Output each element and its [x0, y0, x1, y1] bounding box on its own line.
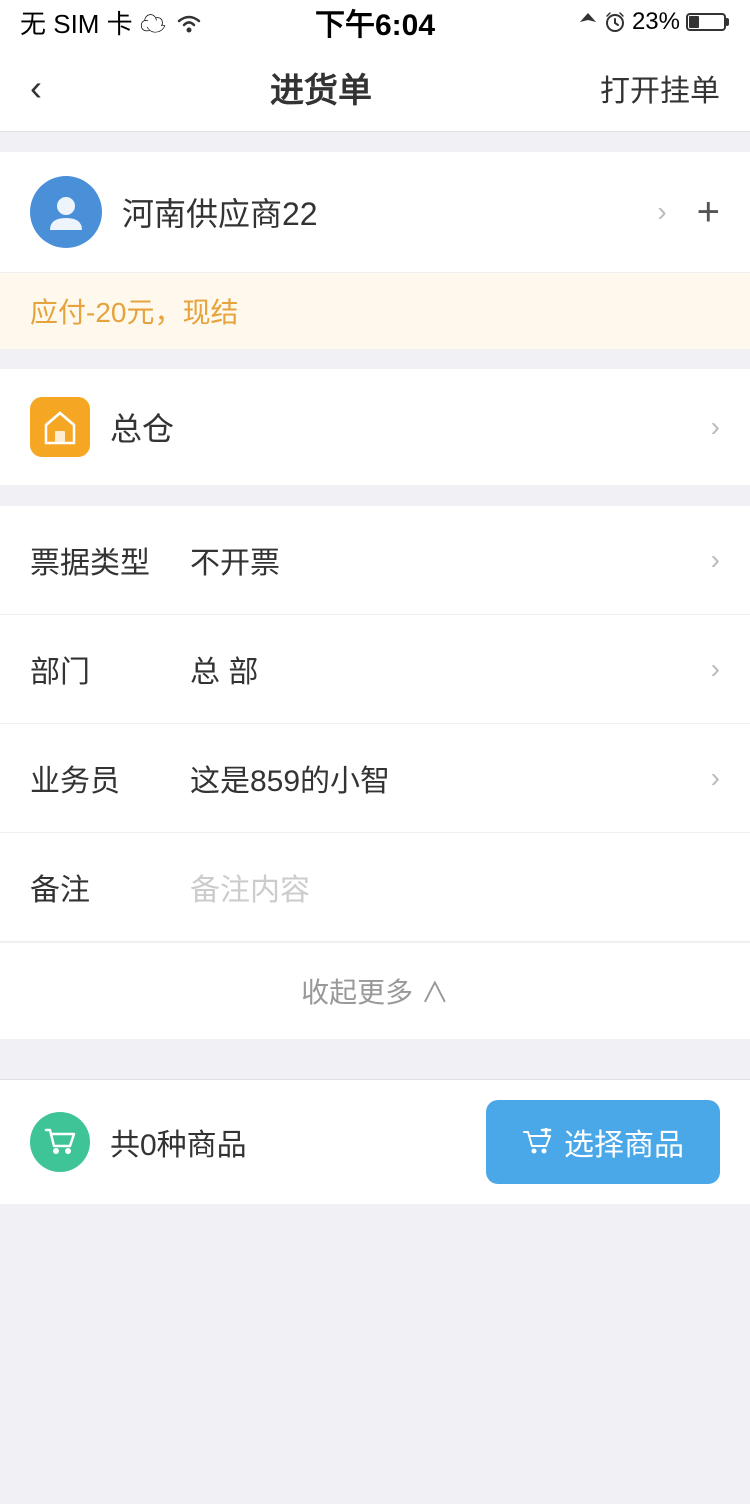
warehouse-section: 总仓 ›: [0, 369, 750, 486]
warehouse-chevron-icon: ›: [711, 411, 720, 443]
invoice-chevron-icon: ›: [711, 544, 720, 576]
invoice-row[interactable]: 票据类型 不开票 ›: [0, 506, 750, 615]
nav-bar: ‹ 进货单 打开挂单: [0, 44, 750, 132]
top-divider: [0, 132, 750, 152]
gap-2: [0, 486, 750, 506]
collapse-row[interactable]: 收起更多 ∧: [0, 942, 750, 1039]
notice-text: 应付-20元，现结: [30, 297, 238, 328]
supplier-actions: › +: [657, 190, 720, 235]
dept-chevron-icon: ›: [711, 653, 720, 685]
dept-row[interactable]: 部门 总 部 ›: [0, 615, 750, 724]
status-left: 无 SIM 卡 ☁: [20, 4, 204, 41]
warehouse-row[interactable]: 总仓 ›: [0, 369, 750, 486]
sales-chevron-icon: ›: [711, 762, 720, 794]
select-product-button[interactable]: 选择商品: [486, 1100, 720, 1184]
location-icon: [578, 12, 598, 32]
collapse-text: 收起更多 ∧: [301, 977, 449, 1008]
remark-label: 备注: [30, 865, 170, 909]
signal-text: 无 SIM 卡 ☁: [20, 4, 166, 41]
sales-label: 业务员: [30, 756, 170, 800]
status-time: 下午6:04: [315, 0, 435, 44]
supplier-chevron-icon: ›: [657, 196, 666, 228]
select-btn-label: 选择商品: [564, 1120, 684, 1164]
person-icon: [44, 190, 88, 234]
form-section: 票据类型 不开票 › 部门 总 部 › 业务员 这是859的小智 › 备注 备注…: [0, 506, 750, 1039]
dept-value: 总 部: [170, 647, 711, 691]
status-bar: 无 SIM 卡 ☁ 下午6:04 23%: [0, 0, 750, 44]
product-count: 共0种商品: [110, 1120, 486, 1164]
warehouse-name: 总仓: [110, 404, 711, 450]
select-cart-icon: [522, 1128, 554, 1156]
invoice-value: 不开票: [170, 538, 711, 582]
supplier-row[interactable]: 河南供应商22 › +: [0, 152, 750, 273]
sales-value: 这是859的小智: [170, 756, 711, 800]
battery-text: 23%: [632, 8, 680, 36]
remark-input[interactable]: 备注内容: [170, 865, 720, 909]
dept-label: 部门: [30, 647, 170, 691]
remark-row[interactable]: 备注 备注内容: [0, 833, 750, 942]
invoice-label: 票据类型: [30, 538, 170, 582]
bottom-bar: 共0种商品 选择商品: [0, 1079, 750, 1204]
supplier-name: 河南供应商22: [122, 189, 657, 235]
supplier-section: 河南供应商22 › + 应付-20元，现结: [0, 152, 750, 349]
alarm-icon: [604, 11, 626, 33]
gap-3: [0, 1039, 750, 1059]
add-supplier-button[interactable]: +: [697, 190, 720, 235]
gap-1: [0, 349, 750, 369]
house-icon: [42, 409, 78, 445]
notice-bar: 应付-20元，现结: [0, 273, 750, 349]
supplier-avatar: [30, 176, 102, 248]
product-icon: [30, 1112, 90, 1172]
page-background: [0, 1204, 750, 1504]
back-button[interactable]: ‹: [30, 67, 42, 109]
page-title: 进货单: [270, 63, 372, 112]
wifi-icon: [174, 11, 204, 33]
open-pending-button[interactable]: 打开挂单: [600, 66, 720, 110]
cart-icon: [42, 1124, 78, 1160]
sales-row[interactable]: 业务员 这是859的小智 ›: [0, 724, 750, 833]
battery-icon: [686, 11, 730, 33]
status-right: 23%: [578, 8, 730, 36]
warehouse-icon: [30, 397, 90, 457]
